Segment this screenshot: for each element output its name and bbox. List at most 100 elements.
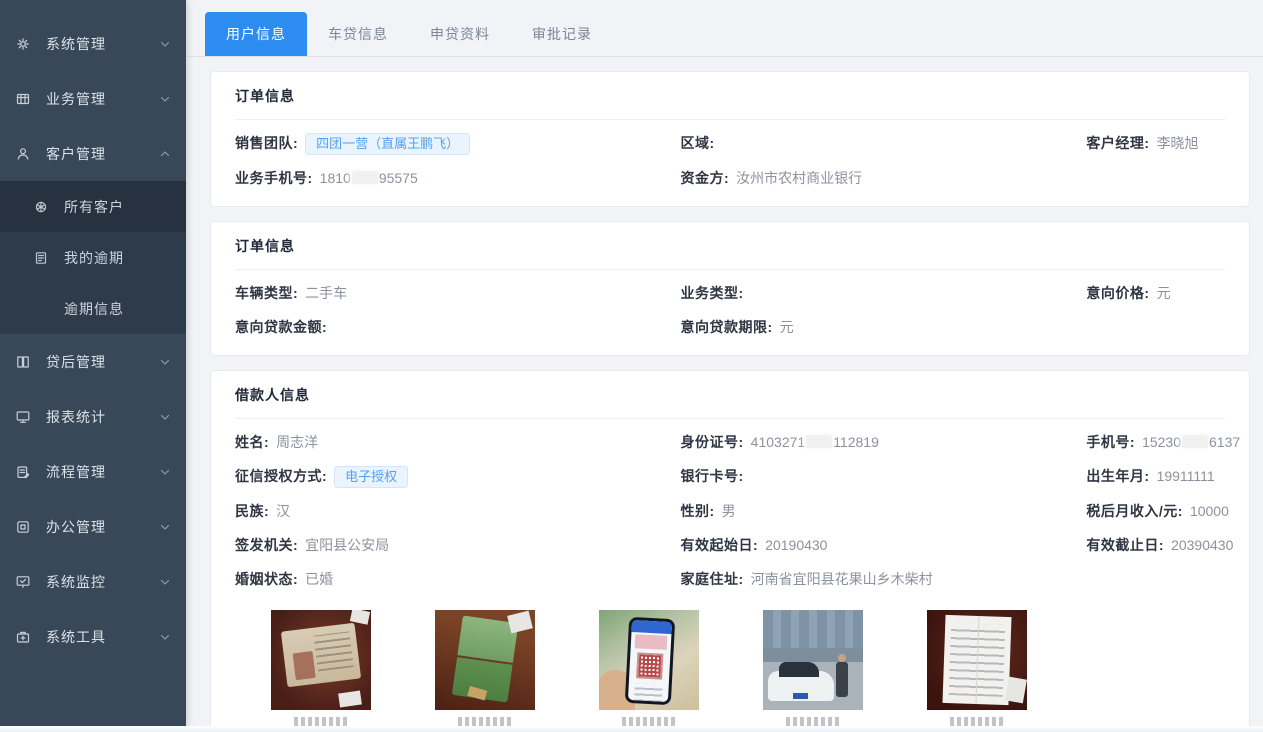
field-value: 4103271112819	[751, 434, 879, 450]
photo-person-with-car[interactable]	[763, 610, 863, 710]
field-label: 有效截止日:	[1086, 537, 1164, 553]
monitor-check-icon	[15, 574, 35, 590]
chevron-down-icon	[157, 464, 173, 480]
field-value: 周志洋	[276, 434, 318, 450]
sidebar-item-7[interactable]: 系统监控	[0, 554, 186, 609]
field: 家庭住址:河南省宜阳县花果山乡木柴村	[681, 569, 1087, 590]
photo-green-booklet[interactable]	[435, 610, 535, 710]
field: 婚姻状态:已婚	[235, 569, 681, 590]
sidebar-item-2[interactable]: 客户管理	[0, 126, 186, 181]
field-value: 汝州市农村商业银行	[736, 170, 862, 186]
photo-green-booklet-wrap	[435, 610, 535, 726]
grid-icon	[15, 91, 35, 107]
field: 税后月收入/元:10000	[1086, 501, 1225, 522]
chevron-down-icon	[157, 629, 173, 645]
submenu-item-2-0[interactable]: 所有客户	[0, 181, 186, 232]
card-title: 订单信息	[235, 236, 1225, 270]
qr-code	[636, 652, 663, 679]
photo-row	[271, 610, 1225, 726]
field-label: 区域:	[681, 135, 715, 151]
field-label: 意向价格:	[1086, 285, 1149, 301]
chevron-down-icon	[157, 409, 173, 425]
monitor-icon	[15, 409, 35, 425]
field: 资金方: 汝州市农村商业银行	[681, 168, 1087, 189]
sidebar-item-3[interactable]: 贷后管理	[0, 334, 186, 389]
tab-1[interactable]: 车贷信息	[307, 12, 409, 56]
chevron-down-icon	[157, 36, 173, 52]
tab-2[interactable]: 申贷资料	[409, 12, 511, 56]
field-value: 19911111	[1157, 468, 1215, 484]
field-label: 签发机关:	[235, 537, 298, 553]
sidebar-item-6[interactable]: 办公管理	[0, 499, 186, 554]
sidebar-item-0[interactable]: 系统管理	[0, 16, 186, 71]
censored-patch	[352, 171, 378, 184]
person-shape	[836, 662, 848, 697]
sidebar-item-label: 贷后管理	[46, 352, 106, 372]
tab-0[interactable]: 用户信息	[205, 12, 307, 56]
sidebar-item-label: 系统工具	[46, 627, 106, 647]
info-card-1: 订单信息车辆类型:二手车业务类型:意向价格:元意向贷款金额:意向贷款期限:元	[210, 221, 1250, 356]
card-title: 订单信息	[235, 86, 1225, 120]
photo-phone-qr[interactable]	[599, 610, 699, 710]
photo-person-with-car-wrap	[763, 610, 863, 726]
horizontal-scrollbar[interactable]	[0, 726, 1263, 732]
field-value: 10000	[1190, 503, 1229, 519]
field	[1086, 317, 1225, 338]
tag-value[interactable]: 电子授权	[334, 466, 408, 488]
gear-icon	[15, 36, 35, 52]
field: 性别:男	[681, 501, 1087, 522]
field-label: 身份证号:	[681, 434, 744, 450]
user-icon	[15, 146, 35, 162]
toolbox-icon	[15, 629, 35, 645]
field: 出生年月:19911111	[1086, 466, 1225, 488]
submenu-item-label: 逾期信息	[64, 299, 124, 319]
field-value: 152306137	[1142, 434, 1240, 450]
submenu-item-2-2[interactable]: 逾期信息	[0, 283, 186, 334]
submenu: 所有客户我的逾期逾期信息	[0, 181, 186, 334]
field-row: 车辆类型:二手车业务类型:意向价格:元	[235, 283, 1225, 304]
sidebar-item-1[interactable]: 业务管理	[0, 71, 186, 126]
sidebar-item-label: 报表统计	[46, 407, 106, 427]
field-label: 有效起始日:	[681, 537, 759, 553]
chevron-up-icon	[157, 146, 173, 162]
field-value: 二手车	[305, 285, 347, 301]
field: 有效起始日:20190430	[681, 535, 1087, 556]
field-label: 征信授权方式:	[235, 468, 327, 484]
tag-value[interactable]: 四团一营（直属王鹏飞）	[305, 133, 470, 155]
field-row: 婚姻状态:已婚家庭住址:河南省宜阳县花果山乡木柴村	[235, 569, 1225, 590]
square-in-square-icon	[15, 519, 35, 535]
sidebar-item-label: 系统监控	[46, 572, 106, 592]
field: 意向贷款期限:元	[681, 317, 1087, 338]
field-value: 汉	[276, 503, 290, 519]
field-label: 手机号:	[1086, 434, 1135, 450]
field-value: 元	[780, 319, 794, 335]
photo-handwritten-note[interactable]	[927, 610, 1027, 710]
field-row: 业务手机号: 181095575 资金方: 汝州市农村商业银行	[235, 168, 1225, 189]
field: 有效截止日:20390430	[1086, 535, 1225, 556]
chevron-down-icon	[157, 574, 173, 590]
field-label: 业务手机号:	[235, 170, 313, 186]
sidebar-item-4[interactable]: 报表统计	[0, 389, 186, 444]
chevron-down-icon	[157, 519, 173, 535]
field	[1086, 569, 1225, 590]
booklet-shape	[452, 616, 519, 705]
submenu-item-2-1[interactable]: 我的逾期	[0, 232, 186, 283]
sidebar-item-label: 业务管理	[46, 89, 106, 109]
field-label: 客户经理:	[1086, 135, 1149, 151]
tab-3[interactable]: 审批记录	[511, 12, 613, 56]
info-card-0: 订单信息销售团队:四团一营（直属王鹏飞）区域:客户经理:李晓旭业务手机号:181…	[210, 71, 1250, 207]
field-label: 资金方:	[681, 170, 730, 186]
field-value: 河南省宜阳县花果山乡木柴村	[751, 571, 933, 587]
field-value: 20390430	[1171, 537, 1233, 553]
photo-phone-qr-wrap	[599, 610, 699, 726]
field: 业务类型:	[681, 283, 1087, 304]
field-label: 婚姻状态:	[235, 571, 298, 587]
field-label: 销售团队:	[235, 135, 298, 151]
field: 意向价格:元	[1086, 283, 1225, 304]
photo-id-card[interactable]	[271, 610, 371, 710]
sidebar-item-label: 客户管理	[46, 144, 106, 164]
sidebar-item-8[interactable]: 系统工具	[0, 609, 186, 664]
sidebar-item-5[interactable]: 流程管理	[0, 444, 186, 499]
field-value: 181095575	[320, 170, 418, 186]
field-row: 意向贷款金额:意向贷款期限:元	[235, 317, 1225, 338]
